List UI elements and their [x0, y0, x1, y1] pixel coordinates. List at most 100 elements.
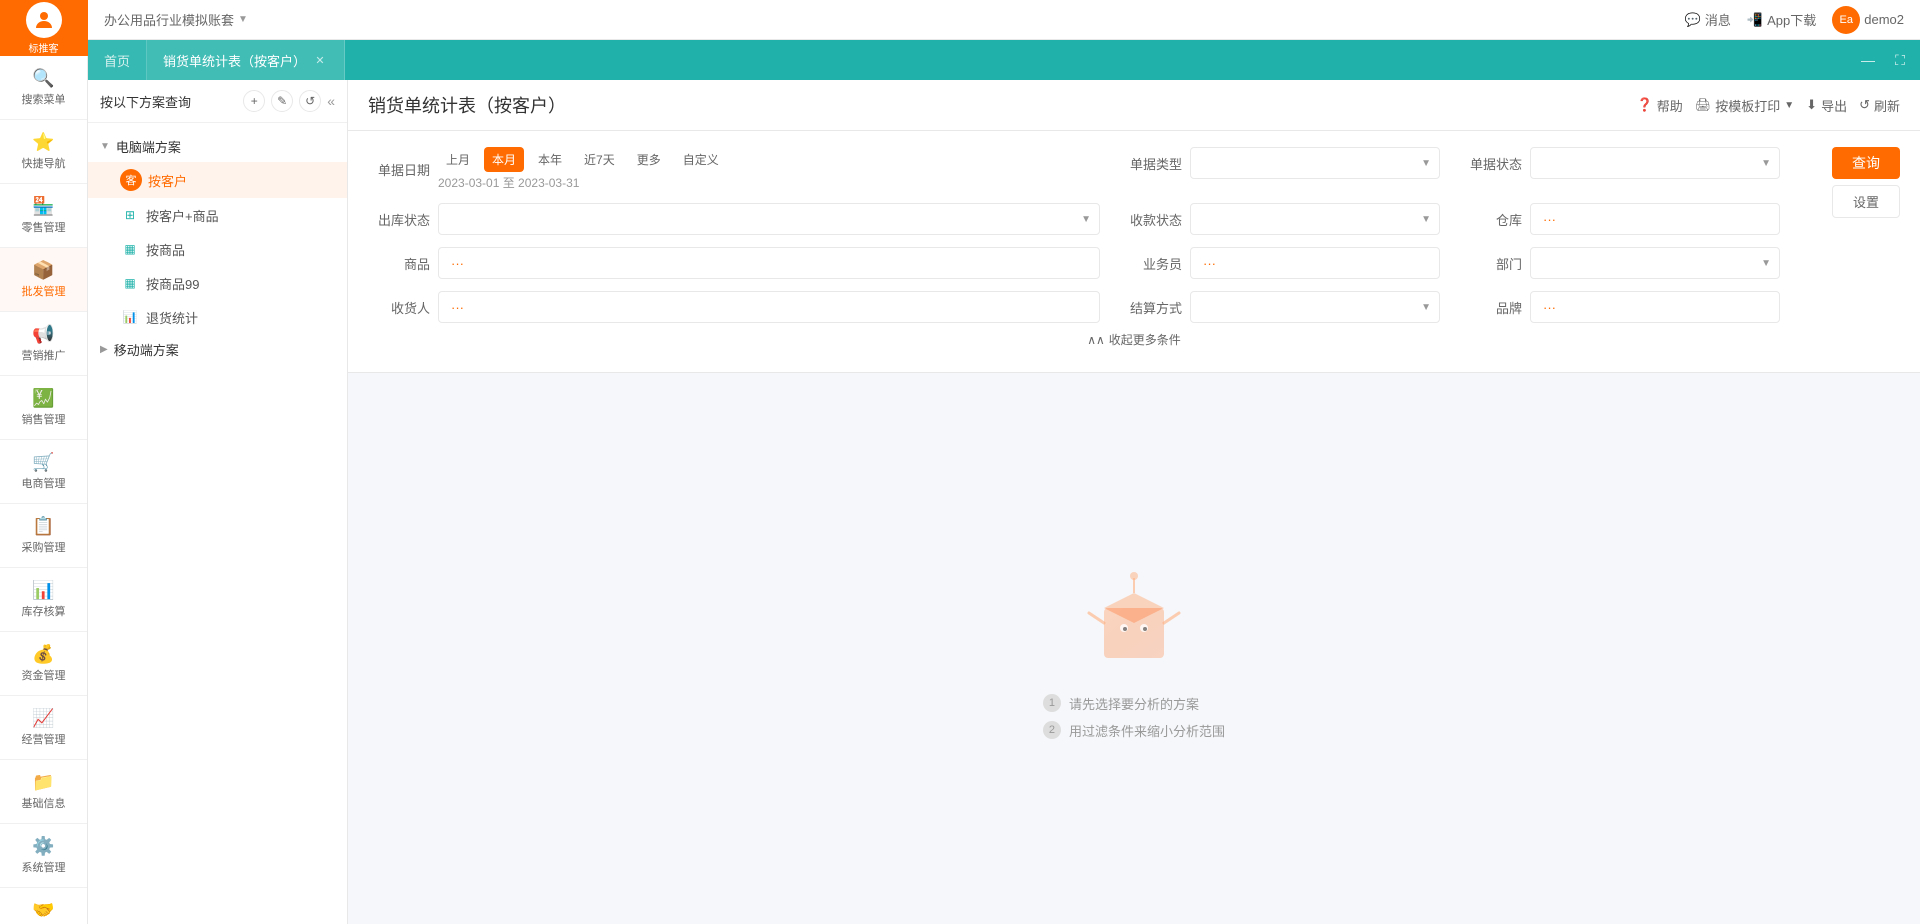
- add-plan-button[interactable]: +: [243, 90, 265, 112]
- goods-input[interactable]: ···: [438, 247, 1100, 279]
- query-button[interactable]: 查询: [1832, 147, 1900, 179]
- collapse-row[interactable]: ∧∧ 收起更多条件: [368, 323, 1900, 356]
- sidebar-item-marketing[interactable]: 📢 营销推广: [0, 312, 87, 376]
- refresh-plan-button[interactable]: ↺: [299, 90, 321, 112]
- topbar-right: 💬 消息 📲 App下载 Ea demo2: [1685, 6, 1904, 34]
- department-dropdown[interactable]: ▼: [1530, 247, 1780, 279]
- tree-item-by-customer-product[interactable]: ⊞ 按客户+商品: [88, 198, 347, 232]
- sidebar-item-basic[interactable]: 📁 基础信息: [0, 760, 87, 824]
- logo[interactable]: 标推客: [0, 0, 88, 56]
- tree-item-return-stat[interactable]: 📊 退货统计: [88, 300, 347, 334]
- brand-control[interactable]: ···: [1530, 291, 1780, 323]
- payment-status-dropdown[interactable]: ▼: [1190, 203, 1440, 235]
- department-control[interactable]: ▼: [1530, 247, 1780, 279]
- settlement-control[interactable]: ▼: [1190, 291, 1440, 323]
- tab-expand-button[interactable]: ⛶: [1888, 48, 1912, 72]
- salesperson-label: 业务员: [1120, 254, 1190, 273]
- settlement-dropdown[interactable]: ▼: [1190, 291, 1440, 323]
- tree-group-desktop-header[interactable]: ▼ 电脑端方案: [88, 131, 347, 162]
- sidebar-item-system-label: 系统管理: [22, 859, 66, 875]
- sidebar-item-inventory[interactable]: 📊 库存核算: [0, 568, 87, 632]
- sidebar-item-marketing-label: 营销推广: [22, 347, 66, 363]
- order-status-dropdown[interactable]: ▼: [1530, 147, 1780, 179]
- topbar-left: 办公用品行业模拟账套 ▼: [104, 10, 248, 29]
- settings-button[interactable]: 设置: [1832, 185, 1900, 218]
- collapse-panel-button[interactable]: «: [327, 93, 335, 109]
- salesperson-control[interactable]: ···: [1190, 247, 1440, 279]
- refresh-button[interactable]: ↺ 刷新: [1859, 96, 1900, 115]
- tree-item-by-customer-product-label: 按客户+商品: [146, 206, 219, 225]
- sidebar-item-sales[interactable]: 💹 销售管理: [0, 376, 87, 440]
- empty-tip-1: 1 请先选择要分析的方案: [1043, 694, 1225, 713]
- date-btn-this-month[interactable]: 本月: [484, 147, 524, 172]
- date-btn-last-month[interactable]: 上月: [438, 147, 478, 172]
- by-customer-active-icon: 客: [120, 169, 142, 191]
- date-btn-custom[interactable]: 自定义: [675, 147, 727, 172]
- sidebar-item-retail[interactable]: 🏪 零售管理: [0, 184, 87, 248]
- tree-item-by-customer[interactable]: 客 按客户: [88, 162, 347, 198]
- tabbar-right: — ⛶: [1856, 48, 1920, 72]
- date-btn-7days[interactable]: 近7天: [576, 147, 623, 172]
- sidebar-item-enterprise[interactable]: 🤝 企业协同: [0, 888, 87, 924]
- export-button[interactable]: ⬇ 导出: [1806, 96, 1847, 115]
- tab-home[interactable]: 首页: [88, 40, 147, 80]
- receiver-control[interactable]: ···: [438, 291, 1100, 323]
- brand-input[interactable]: ···: [1530, 291, 1780, 323]
- settlement-label: 结算方式: [1120, 298, 1190, 317]
- salesperson-input[interactable]: ···: [1190, 247, 1440, 279]
- tab-close-button[interactable]: ✕: [312, 52, 328, 68]
- receiver-input[interactable]: ···: [438, 291, 1100, 323]
- account-selector[interactable]: 办公用品行业模拟账套 ▼: [104, 10, 248, 29]
- sidebar-item-finance[interactable]: 💰 资金管理: [0, 632, 87, 696]
- app-download-button[interactable]: 📲 App下载: [1747, 10, 1816, 29]
- tab-sales-stat-label: 销货单统计表（按客户）: [163, 51, 306, 70]
- tab-minimize-button[interactable]: —: [1856, 48, 1880, 72]
- order-type-dropdown[interactable]: ▼: [1190, 147, 1440, 179]
- enterprise-icon: 🤝: [32, 900, 54, 921]
- empty-tips: 1 请先选择要分析的方案 2 用过滤条件来缩小分析范围: [1043, 694, 1225, 740]
- out-status-control[interactable]: ▼: [438, 203, 1100, 235]
- sidebar-item-search[interactable]: 🔍 搜索菜单: [0, 56, 87, 120]
- order-type-control[interactable]: ▼: [1190, 147, 1440, 179]
- department-label: 部门: [1460, 254, 1530, 273]
- sidebar-item-purchase[interactable]: 📋 采购管理: [0, 504, 87, 568]
- by-product-icon: ▦: [120, 239, 140, 259]
- sidebar-item-wholesale[interactable]: 📦 批发管理: [0, 248, 87, 312]
- tab-sales-stat[interactable]: 销货单统计表（按客户） ✕: [147, 40, 345, 80]
- sidebar-item-ecommerce[interactable]: 🛒 电商管理: [0, 440, 87, 504]
- tree-group-mobile-header[interactable]: ▶ 移动端方案: [88, 334, 347, 365]
- sidebar-item-quick-nav[interactable]: ⭐ 快捷导航: [0, 120, 87, 184]
- tree-item-by-product[interactable]: ▦ 按商品: [88, 232, 347, 266]
- template-print-button[interactable]: 🖨 按模板打印 ▼: [1695, 96, 1794, 115]
- account-name: 办公用品行业模拟账套: [104, 10, 234, 29]
- payment-status-control[interactable]: ▼: [1190, 203, 1440, 235]
- operations-icon: 📈: [32, 708, 54, 729]
- user-avatar-section[interactable]: Ea demo2: [1832, 6, 1904, 34]
- help-button[interactable]: ❓ 帮助: [1637, 96, 1683, 115]
- message-button[interactable]: 💬 消息: [1685, 10, 1731, 29]
- order-status-control[interactable]: ▼: [1530, 147, 1780, 179]
- out-status-dropdown[interactable]: ▼: [438, 203, 1100, 235]
- content-area: 按以下方案查询 + ✎ ↺ « ▼ 电脑端方案 客 按客户: [88, 80, 1920, 924]
- goods-control[interactable]: ···: [438, 247, 1100, 279]
- by-customer-product-icon: ⊞: [120, 205, 140, 225]
- tip-num-1: 1: [1043, 694, 1061, 712]
- tree-item-return-stat-label: 退货统计: [146, 308, 198, 327]
- sidebar-item-operations[interactable]: 📈 经营管理: [0, 696, 87, 760]
- date-label: 单据日期: [368, 160, 438, 179]
- sidebar-item-system[interactable]: ⚙️ 系统管理: [0, 824, 87, 888]
- tree-item-by-product99[interactable]: ▦ 按商品99: [88, 266, 347, 300]
- warehouse-control[interactable]: ···: [1530, 203, 1780, 235]
- left-panel-title: 按以下方案查询: [100, 92, 191, 111]
- tree-group-desktop: ▼ 电脑端方案 客 按客户 ⊞ 按客户+商品 ▦ 按商品: [88, 131, 347, 334]
- warehouse-input[interactable]: ···: [1530, 203, 1780, 235]
- retail-icon: 🏪: [32, 196, 54, 217]
- export-label: 导出: [1821, 96, 1847, 115]
- help-icon: ❓: [1637, 97, 1653, 113]
- sidebar-item-sales-label: 销售管理: [22, 411, 66, 427]
- date-btn-more[interactable]: 更多: [629, 147, 669, 172]
- chevron-down-icon: ▼: [238, 14, 248, 25]
- edit-plan-button[interactable]: ✎: [271, 90, 293, 112]
- basic-icon: 📁: [32, 772, 54, 793]
- date-btn-this-year[interactable]: 本年: [530, 147, 570, 172]
